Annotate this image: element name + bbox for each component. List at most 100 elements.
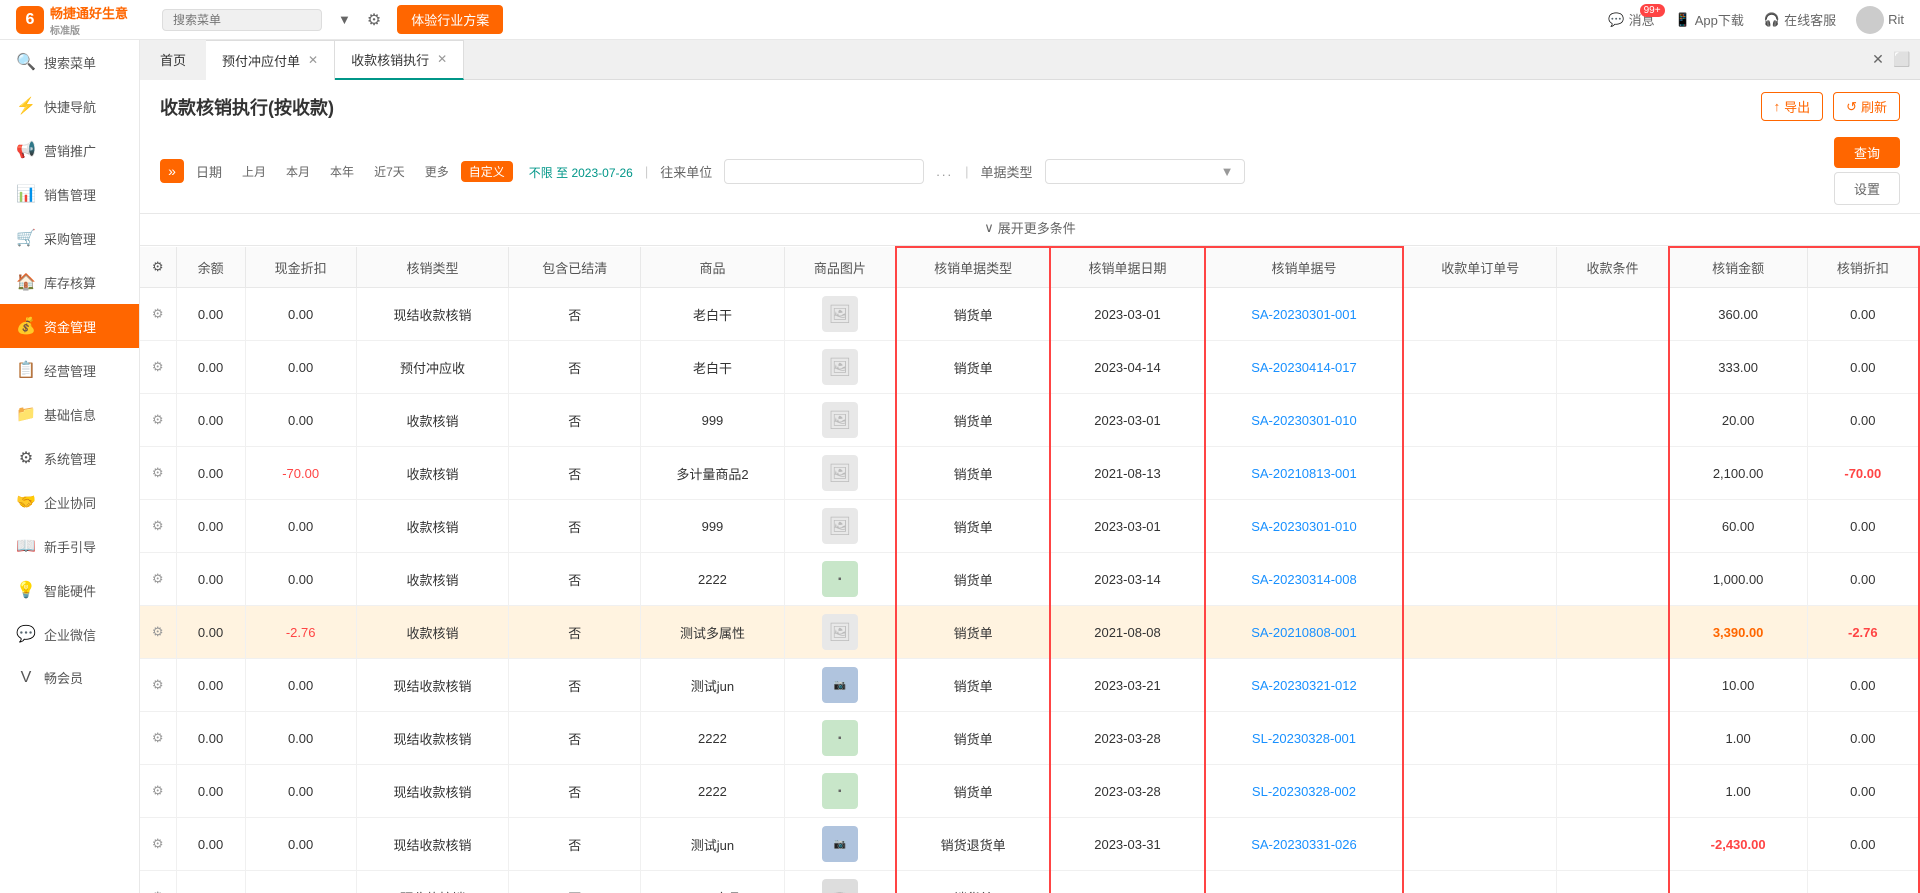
row-settings-button[interactable]: ⚙ [148,571,168,587]
sidebar-item-quicknav[interactable]: ⚡ 快捷导航 [0,84,139,128]
tab-receivable-close[interactable]: ✕ [437,52,447,66]
maximize-window-button[interactable]: ⬜ [1892,50,1912,70]
this-year-button[interactable]: 本年 [322,161,362,182]
cancel-bill-no-link[interactable]: SA-20230414-017 [1251,360,1357,375]
cancel-bill-date-cell: 2023-03-28 [1050,765,1204,818]
member-icon: V [16,669,36,687]
sidebar-item-search[interactable]: 🔍 搜索菜单 [0,40,139,84]
goods-image-thumbnail: 📷 [822,826,858,862]
cancel-bill-no-column-header: 核销单据号 [1205,247,1404,288]
app-dropdown[interactable]: ▼ [338,12,351,27]
cancel-bill-type-cell: 销货单 [896,394,1050,447]
cancel-bill-no-link[interactable]: SA-20210813-001 [1251,466,1357,481]
cancel-bill-no-link[interactable]: SA-20230301-001 [1251,307,1357,322]
app-download-button[interactable]: 📱 App下载 [1675,10,1744,29]
user-menu[interactable]: Rit [1856,6,1904,34]
sidebar-item-inventory[interactable]: 🏠 库存核算 [0,260,139,304]
include-settled-cell: 否 [509,288,641,341]
cancel-bill-no-link[interactable]: SA-20210808-001 [1251,625,1357,640]
logo-icon: 6 [16,6,44,34]
goods-cell: 123D商品 [641,871,784,893]
cancel-bill-no-link[interactable]: SA-20230314-008 [1251,572,1357,587]
tab-home[interactable]: 首页 [140,40,206,80]
sidebar-item-baseinfo[interactable]: 📁 基础信息 [0,392,139,436]
setting-button[interactable]: 设置 [1834,172,1900,205]
cancel-bill-no-link[interactable]: SL-20230328-001 [1252,731,1356,746]
sidebar-item-marketing[interactable]: 📢 营销推广 [0,128,139,172]
cancel-amount-cell: 1,000.00 [1669,553,1808,606]
sidebar-item-finance[interactable]: 💰 资金管理 [0,304,139,348]
cash-discount-cell: 0.00 [245,288,356,341]
this-month-button[interactable]: 本月 [278,161,318,182]
sidebar-item-hardware[interactable]: 💡 智能硬件 [0,568,139,612]
industry-solution-button[interactable]: 体验行业方案 [397,5,503,34]
goods-image-cell: 🖼 [784,606,896,659]
row-settings-button[interactable]: ⚙ [148,359,168,375]
row-settings-button[interactable]: ⚙ [148,412,168,428]
cancel-bill-no-link[interactable]: SA-20230301-010 [1251,519,1357,534]
cancel-bill-no-link[interactable]: ABC-001 [1278,890,1331,893]
sidebar-item-management[interactable]: 📋 经营管理 [0,348,139,392]
main-table: ⚙ 余额 现金折扣 核销类型 包含已结清 商品 商品图片 核销单据类型 核销单据… [140,246,1920,893]
purchase-icon: 🛒 [16,228,36,248]
cancel-type-cell: 现结收款核销 [356,765,509,818]
custom-date-button[interactable]: 自定义 [461,161,513,182]
settings-column-header[interactable]: ⚙ [140,247,176,288]
query-button[interactable]: 查询 [1834,137,1900,168]
cancel-amount-cell: 2,100.00 [1669,447,1808,500]
message-button[interactable]: 💬 消息 99+ [1608,10,1654,29]
close-window-button[interactable]: ✕ [1868,50,1888,70]
sidebar-label-marketing: 营销推广 [44,141,96,160]
cash-discount-cell: 0.00 [245,712,356,765]
sidebar-item-guide[interactable]: 📖 新手引导 [0,524,139,568]
tab-receivable[interactable]: 收款核销执行 ✕ [335,40,464,80]
sidebar-item-member[interactable]: V 畅会员 [0,656,139,699]
row-settings-button[interactable]: ⚙ [148,836,168,852]
cancel-bill-no-link[interactable]: SL-20230328-002 [1252,784,1356,799]
cash-discount-cell: 0.00 [245,818,356,871]
cancel-amount-cell: 3,390.00 [1669,606,1808,659]
goods-image-cell: ▪ [784,712,896,765]
filter-expand-button[interactable]: » [160,159,184,183]
cancel-bill-no-link[interactable]: SA-20230321-012 [1251,678,1357,693]
gear-icon[interactable]: ⚙ [367,10,381,30]
cancel-discount-cell: 0.00 [1807,500,1919,553]
goods-image-placeholder: 🖼 [822,402,858,438]
cash-discount-cell: 0.00 [245,394,356,447]
row-settings-button[interactable]: ⚙ [148,518,168,534]
row-settings-button[interactable]: ⚙ [148,730,168,746]
tab-prepay-close[interactable]: ✕ [308,53,318,67]
sidebar-item-collab[interactable]: 🤝 企业协同 [0,480,139,524]
cancel-amount-cell: 20.00 [1669,871,1808,893]
party-filter-input[interactable] [724,159,924,184]
search-input[interactable] [162,9,322,31]
online-service-button[interactable]: 🎧 在线客服 [1764,10,1836,29]
content-area: 收款核销执行(按收款) ↑ 导出 ↺ 刷新 » 日期 上月 [140,80,1920,893]
row-settings-button[interactable]: ⚙ [148,465,168,481]
sidebar-item-sales[interactable]: 📊 销售管理 [0,172,139,216]
7days-button[interactable]: 近7天 [366,161,413,182]
page-title: 收款核销执行(按收款) [160,94,334,120]
bill-type-select[interactable]: ▼ [1045,159,1245,184]
sidebar-item-wecom[interactable]: 💬 企业微信 [0,612,139,656]
export-button[interactable]: ↑ 导出 [1761,92,1824,121]
sidebar-item-system[interactable]: ⚙ 系统管理 [0,436,139,480]
row-settings-button[interactable]: ⚙ [148,677,168,693]
cancel-bill-no-cell: SL-20230328-002 [1205,765,1404,818]
sidebar-item-purchase[interactable]: 🛒 采购管理 [0,216,139,260]
row-settings-button[interactable]: ⚙ [148,306,168,322]
more-date-button[interactable]: 更多 [417,161,457,182]
goods-image-placeholder: 🖼 [822,349,858,385]
tab-prepay[interactable]: 预付冲应付单 ✕ [206,40,335,80]
refresh-button[interactable]: ↺ 刷新 [1833,92,1900,121]
row-settings-button[interactable]: ⚙ [148,783,168,799]
row-settings-button[interactable]: ⚙ [148,624,168,640]
cancel-bill-no-link[interactable]: SA-20230301-010 [1251,413,1357,428]
cancel-bill-no-link[interactable]: SA-20230331-026 [1251,837,1357,852]
expand-conditions-button[interactable]: ∨ 展开更多条件 [984,218,1076,237]
receipt-condition-cell [1557,447,1669,500]
cancel-type-cell: 收款核销 [356,500,509,553]
cancel-bill-date-cell: 2023-03-01 [1050,394,1204,447]
row-settings-button[interactable]: ⚙ [148,889,168,893]
prev-month-button[interactable]: 上月 [234,161,274,182]
